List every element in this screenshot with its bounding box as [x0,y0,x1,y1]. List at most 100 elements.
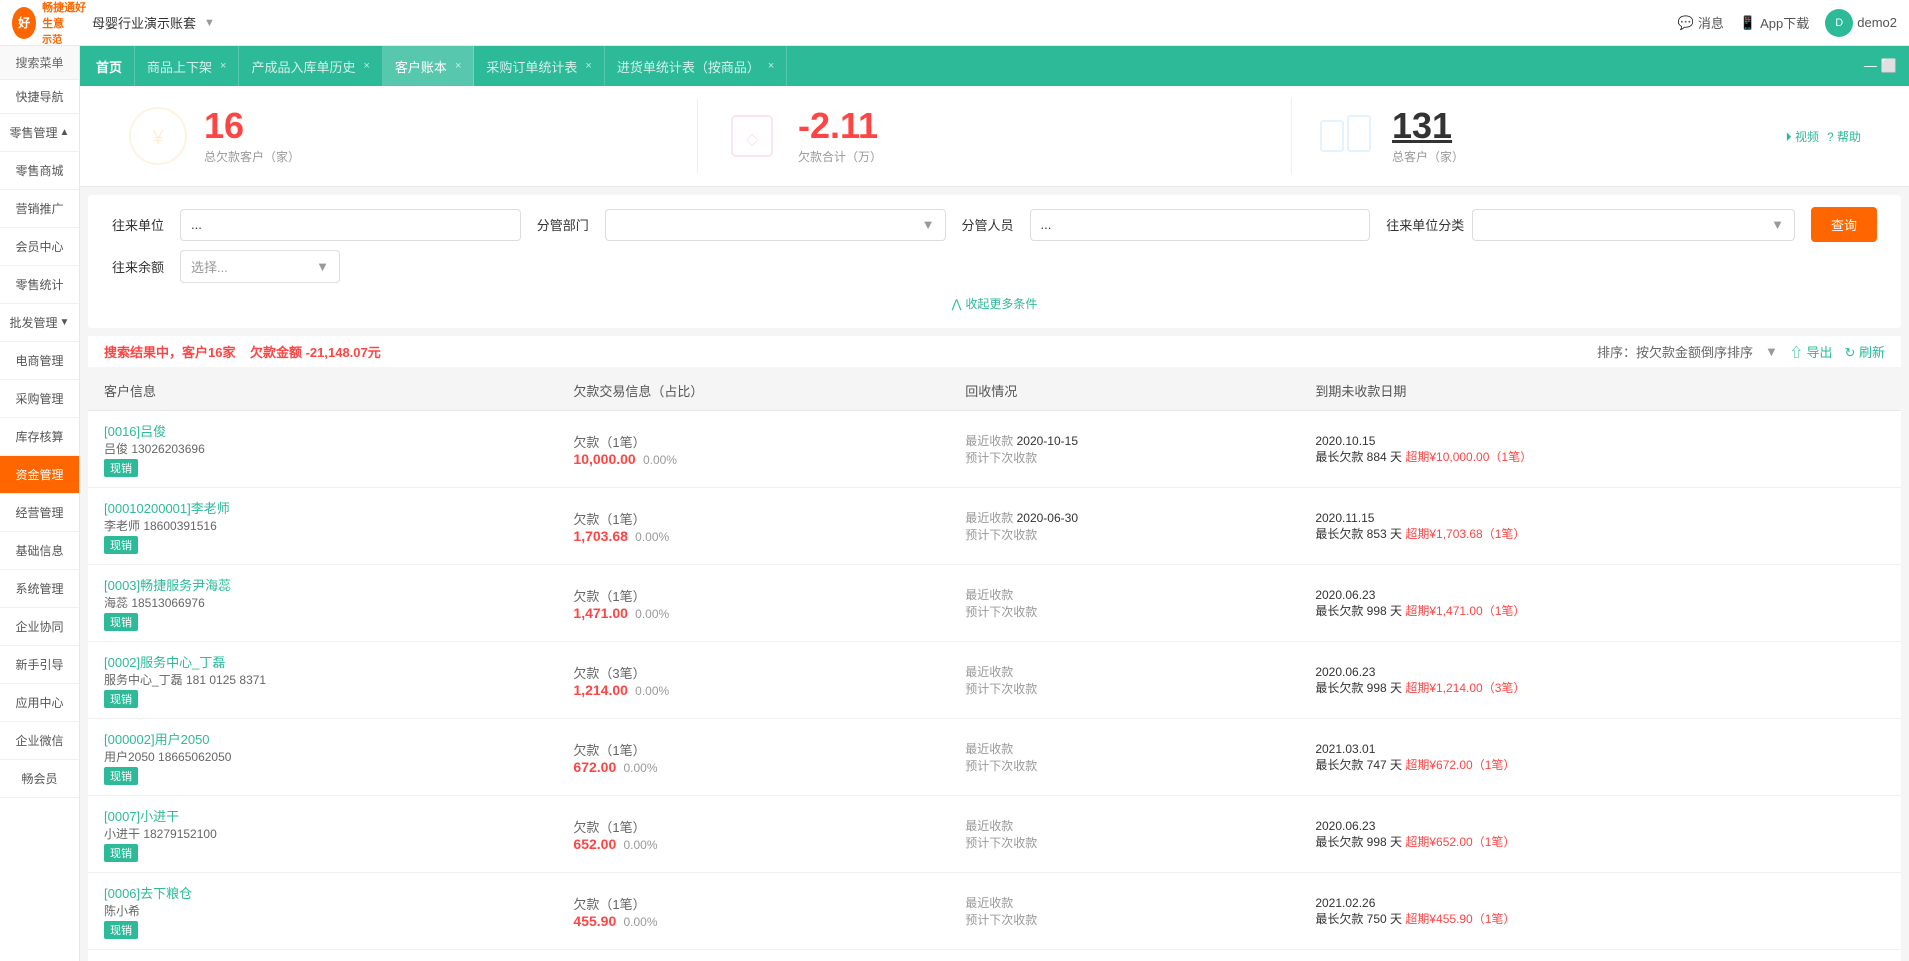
customer-name-link[interactable]: [00010200001]李老师 [104,501,230,516]
help-btn[interactable]: ? 帮助 [1827,128,1861,145]
overdue-link[interactable]: 超期¥10,000.00（1笔） [1405,450,1532,464]
debt-amount-link[interactable]: 1,471.00 [573,605,628,621]
export-btn[interactable]: ⇧ 导出 [1790,342,1833,361]
customer-name-link[interactable]: [0003]畅捷服务尹海蕊 [104,578,231,593]
customer-tag: 现销 [104,767,138,785]
sidebar-item-wecom[interactable]: 企业微信 [0,722,79,760]
sidebar-item-batch-mgmt[interactable]: 批发管理▼ [0,304,79,342]
customer-phone: 吕俊 13026203696 [104,440,541,457]
col-header-recovery: 回收情况 [949,371,1299,411]
close-tab-incoming-stats[interactable]: × [768,60,774,72]
stat-card-total-customers: 131 总客户（家） ⏵ 视频 ? 帮助 [1292,98,1885,174]
results-amount: 欠款金额 -21,148.07元 [250,345,381,360]
customer-tag: 现销 [104,844,138,862]
sidebar-item-basic-info[interactable]: 基础信息 [0,532,79,570]
debt-percent: 0.00% [623,915,657,929]
next-collection-info: 预计下次收款 [965,757,1283,774]
total-customers-icon [1316,106,1376,166]
due-date: 2020.06.23 [1315,819,1885,833]
collapse-filter-btn[interactable]: ⋀ 收起更多条件 [112,291,1877,316]
sidebar-item-enterprise[interactable]: 企业协同 [0,608,79,646]
debt-amount-link[interactable]: 672.00 [573,759,616,775]
recovery-info: 最近收款 2020-06-30 [965,509,1283,526]
customer-name-link[interactable]: [0016]吕俊 [104,424,166,439]
debt-percent: 0.00% [635,530,669,544]
sidebar-item-operation[interactable]: 经营管理 [0,494,79,532]
video-btn[interactable]: ⏵ 视频 [1786,128,1819,145]
refresh-btn[interactable]: ↻ 刷新 [1844,342,1885,361]
filter-input-unit[interactable]: ... [180,209,521,241]
tab-incoming-stats[interactable]: 进货单统计表（按商品） × [605,46,787,86]
overdue-link[interactable]: 超期¥455.90（1笔） [1405,912,1515,926]
tab-customer-ledger[interactable]: 客户账本 × [383,46,474,86]
customer-name-link[interactable]: [0002]服务中心_丁磊 [104,655,225,670]
overdue-link[interactable]: 超期¥1,471.00（1笔） [1405,604,1525,618]
quick-nav[interactable]: 快捷导航 [0,80,79,114]
overdue-link[interactable]: 超期¥1,703.68（1笔） [1405,527,1525,541]
due-date: 2020.10.15 [1315,434,1885,448]
close-tab-customer-ledger[interactable]: × [455,60,461,72]
sidebar-item-marketing[interactable]: 营销推广 [0,190,79,228]
close-tab-purchase-stats[interactable]: × [585,60,591,72]
debt-count: 欠款（1笔） [573,432,933,451]
search-menu[interactable]: 搜索菜单 [0,46,79,80]
debt-amount-link[interactable]: 1,703.68 [573,528,628,544]
customer-tag: 现销 [104,536,138,554]
logo-icon: 好 [12,7,36,39]
sidebar-item-app-center[interactable]: 应用中心 [0,684,79,722]
col-header-customer: 客户信息 [88,371,557,411]
next-collection-info: 预计下次收款 [965,834,1283,851]
filter-select-dept[interactable]: ▼ [605,209,946,241]
sidebar-item-retail-mall[interactable]: 零售商城 [0,152,79,190]
maximize-btn[interactable]: ⬜ [1881,58,1897,74]
sidebar-item-finance[interactable]: 资金管理 [0,456,79,494]
user-avatar[interactable]: D demo2 [1825,9,1897,37]
next-collection-info: 预计下次收款 [965,526,1283,543]
sidebar-item-member[interactable]: 会员中心 [0,228,79,266]
debt-percent: 0.00% [643,453,677,467]
debt-amount-link[interactable]: 1,214.00 [573,682,628,698]
app-subtitle: 示范 [42,31,92,46]
debt-amount-link[interactable]: 10,000.00 [573,451,635,467]
overdue-link[interactable]: 超期¥652.00（1笔） [1405,835,1515,849]
next-collection-info: 预计下次收款 [965,911,1283,928]
due-date: 2020.06.23 [1315,588,1885,602]
filter-input-person[interactable]: ... [1030,209,1371,241]
overdue-days: 最长欠款 853 天 超期¥1,703.68（1笔） [1315,525,1885,542]
tab-purchase-stats[interactable]: 采购订单统计表 × [474,46,604,86]
message-btn[interactable]: 💬 消息 [1678,13,1724,32]
tab-production[interactable]: 产成品入库单历史 × [239,46,382,86]
debt-percent: 0.00% [635,607,669,621]
sidebar-item-ecommerce[interactable]: 电商管理 [0,342,79,380]
customer-name-link[interactable]: [0006]去下粮仓 [104,886,192,901]
customer-name-link[interactable]: [000002]用户2050 [104,732,210,747]
overdue-days: 最长欠款 998 天 超期¥1,471.00（1笔） [1315,602,1885,619]
overdue-link[interactable]: 超期¥672.00（1笔） [1405,758,1515,772]
tab-home[interactable]: 首页 [84,46,135,86]
close-tab-products[interactable]: × [220,60,226,72]
search-button[interactable]: 查询 [1811,207,1877,242]
customer-phone: 小进干 18279152100 [104,825,541,842]
customer-name-link[interactable]: [0007]小进干 [104,809,179,824]
close-tab-production[interactable]: × [363,60,369,72]
sidebar-item-vip[interactable]: 畅会员 [0,760,79,798]
overdue-link[interactable]: 超期¥1,214.00（3笔） [1405,681,1525,695]
overdue-days: 最长欠款 747 天 超期¥672.00（1笔） [1315,756,1885,773]
sidebar-item-guide[interactable]: 新手引导 [0,646,79,684]
filter-label-category: 往来单位分类 [1386,215,1464,234]
debt-amount-link[interactable]: 652.00 [573,836,616,852]
sidebar-item-purchase[interactable]: 采购管理 [0,380,79,418]
tab-products[interactable]: 商品上下架 × [135,46,239,86]
sidebar-item-system[interactable]: 系统管理 [0,570,79,608]
minimize-btn[interactable]: — [1864,58,1877,74]
filter-select-category[interactable]: ▼ [1472,209,1795,241]
next-collection-info: 预计下次收款 [965,449,1283,466]
sidebar-item-inventory[interactable]: 库存核算 [0,418,79,456]
app-download-btn[interactable]: 📱 App下载 [1740,13,1809,32]
debt-amount-link[interactable]: 455.90 [573,913,616,929]
filter-select-balance[interactable]: 选择... ▼ [180,250,340,283]
next-collection-info: 预计下次收款 [965,680,1283,697]
sidebar-item-retail-stats[interactable]: 零售统计 [0,266,79,304]
sidebar-item-retail-mgmt[interactable]: 零售管理▲ [0,114,79,152]
customer-phone: 用户2050 18665062050 [104,748,541,765]
